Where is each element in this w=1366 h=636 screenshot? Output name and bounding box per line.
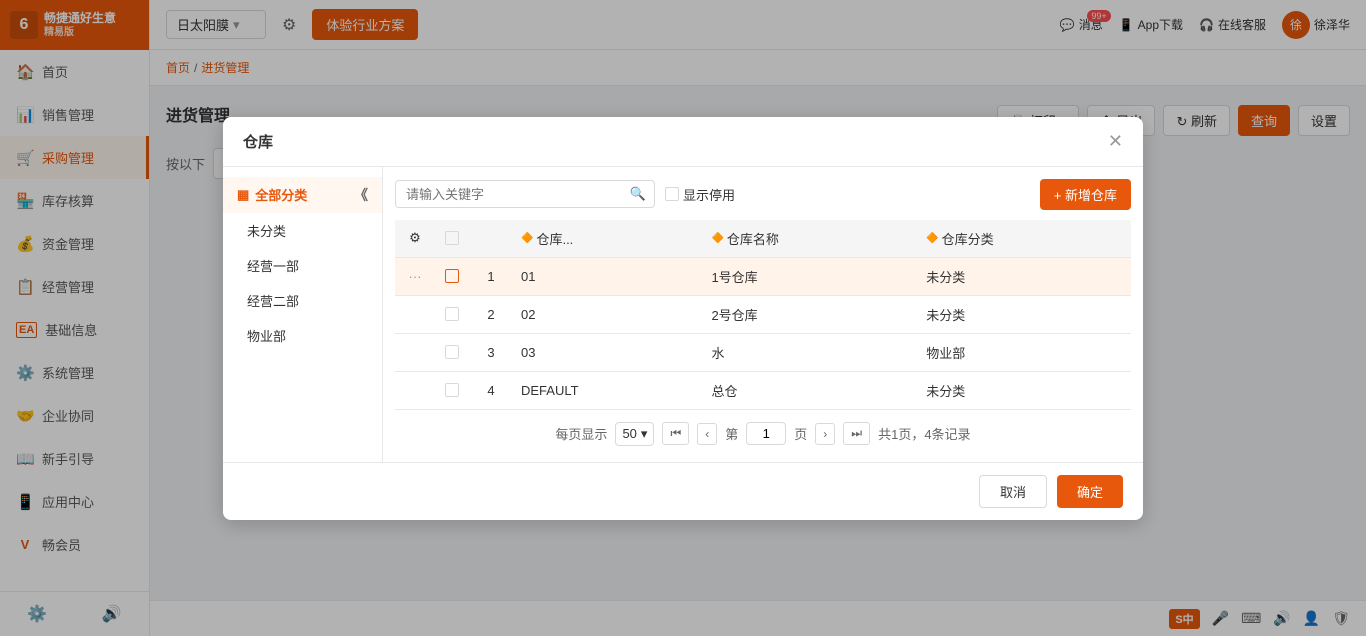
gear-col-icon: ⚙ [409, 230, 421, 245]
sort-icon2: 🔶 [711, 233, 723, 244]
row-code: 02 [511, 295, 701, 333]
modal-close-btn[interactable]: ✕ [1108, 132, 1123, 150]
row-checkbox[interactable] [445, 383, 459, 397]
category-item-property[interactable]: 物业部 [223, 318, 382, 353]
table-row[interactable]: ··· 1 01 1号仓库 未分类 [395, 257, 1131, 295]
table-row[interactable]: 3 03 水 物业部 [395, 333, 1131, 371]
row-num: 1 [471, 257, 511, 295]
prev-page-btn[interactable]: ‹ [697, 423, 717, 445]
warehouse-modal: 仓库 ✕ ▦ 全部分类 《 未分类 经营一部 经营二部 物业部 [223, 117, 1143, 520]
grid-icon: ▦ [237, 187, 249, 203]
modal-overlay: 仓库 ✕ ▦ 全部分类 《 未分类 经营一部 经营二部 物业部 [0, 0, 1366, 636]
row-check[interactable] [435, 333, 471, 371]
row-name: 1号仓库 [701, 257, 916, 295]
row-category: 未分类 [916, 295, 1131, 333]
row-check[interactable] [435, 257, 471, 295]
first-page-btn[interactable]: ⏮ [662, 422, 689, 445]
search-icon[interactable]: 🔍 [622, 181, 654, 207]
row-name: 2号仓库 [701, 295, 916, 333]
modal-title: 仓库 [243, 131, 273, 152]
row-num: 3 [471, 333, 511, 371]
page-label: 第 [725, 424, 738, 443]
th-gear: ⚙ [395, 220, 435, 258]
collapse-icon[interactable]: 《 [354, 185, 368, 205]
row-gear [395, 371, 435, 409]
warehouse-table-wrap: ⚙ 🔶 仓库... [395, 220, 1131, 410]
row-more-icon[interactable]: ··· [409, 269, 422, 284]
per-page-label: 每页显示 [555, 424, 607, 443]
page-unit: 页 [794, 424, 807, 443]
row-name: 总仓 [701, 371, 916, 409]
show-disabled-checkbox[interactable]: 显示停用 [665, 185, 735, 204]
category-item-ops1[interactable]: 经营一部 [223, 248, 382, 283]
row-code: 03 [511, 333, 701, 371]
category-item-ops2[interactable]: 经营二部 [223, 283, 382, 318]
warehouse-table: ⚙ 🔶 仓库... [395, 220, 1131, 410]
select-all-checkbox[interactable] [445, 231, 459, 245]
pagination: 每页显示 50 ▾ ⏮ ‹ 第 页 › ⏭ 共1页，4条记录 [395, 410, 1131, 450]
add-warehouse-btn[interactable]: + 新增仓库 [1040, 179, 1131, 210]
row-code: DEFAULT [511, 371, 701, 409]
row-check[interactable] [435, 295, 471, 333]
row-checkbox[interactable] [445, 345, 459, 359]
ok-btn[interactable]: 确定 [1057, 475, 1123, 508]
right-panel: 🔍 显示停用 + 新增仓库 ⚙ [383, 167, 1143, 462]
row-gear [395, 295, 435, 333]
row-gear [395, 333, 435, 371]
row-num: 4 [471, 371, 511, 409]
sort-icon3: 🔶 [926, 233, 938, 244]
row-code: 01 [511, 257, 701, 295]
th-name[interactable]: 🔶 仓库名称 [701, 220, 916, 258]
modal-body: ▦ 全部分类 《 未分类 经营一部 经营二部 物业部 🔍 [223, 167, 1143, 462]
th-category[interactable]: 🔶 仓库分类 [916, 220, 1131, 258]
cancel-btn[interactable]: 取消 [979, 475, 1047, 508]
row-category: 未分类 [916, 371, 1131, 409]
sort-icon: 🔶 [521, 233, 533, 244]
row-num: 2 [471, 295, 511, 333]
search-input[interactable] [396, 182, 622, 207]
table-row[interactable]: 4 DEFAULT 总仓 未分类 [395, 371, 1131, 409]
per-page-chevron: ▾ [641, 426, 648, 442]
row-check[interactable] [435, 371, 471, 409]
next-page-btn[interactable]: › [815, 423, 835, 445]
search-wrap: 🔍 [395, 180, 655, 208]
category-item-unclassified[interactable]: 未分类 [223, 213, 382, 248]
table-row[interactable]: 2 02 2号仓库 未分类 [395, 295, 1131, 333]
th-num [471, 220, 511, 258]
table-body: ··· 1 01 1号仓库 未分类 2 02 2号仓库 未分类 [395, 257, 1131, 409]
row-gear: ··· [395, 257, 435, 295]
th-code[interactable]: 🔶 仓库... [511, 220, 701, 258]
modal-footer: 取消 确定 [223, 462, 1143, 520]
row-checkbox[interactable] [445, 269, 459, 283]
left-panel: ▦ 全部分类 《 未分类 经营一部 经营二部 物业部 [223, 167, 383, 462]
all-categories-btn[interactable]: ▦ 全部分类 《 [223, 177, 382, 213]
row-category: 物业部 [916, 333, 1131, 371]
per-page-select[interactable]: 50 ▾ [615, 422, 654, 446]
row-name: 水 [701, 333, 916, 371]
total-info: 共1页，4条记录 [878, 424, 970, 443]
modal-header: 仓库 ✕ [223, 117, 1143, 167]
disabled-checkbox[interactable] [665, 187, 679, 201]
page-input[interactable] [746, 422, 786, 445]
table-header: ⚙ 🔶 仓库... [395, 220, 1131, 258]
row-category: 未分类 [916, 257, 1131, 295]
row-checkbox[interactable] [445, 307, 459, 321]
last-page-btn[interactable]: ⏭ [843, 422, 870, 445]
table-toolbar: 🔍 显示停用 + 新增仓库 [395, 179, 1131, 210]
all-categories-label: 全部分类 [255, 185, 307, 204]
th-check [435, 220, 471, 258]
